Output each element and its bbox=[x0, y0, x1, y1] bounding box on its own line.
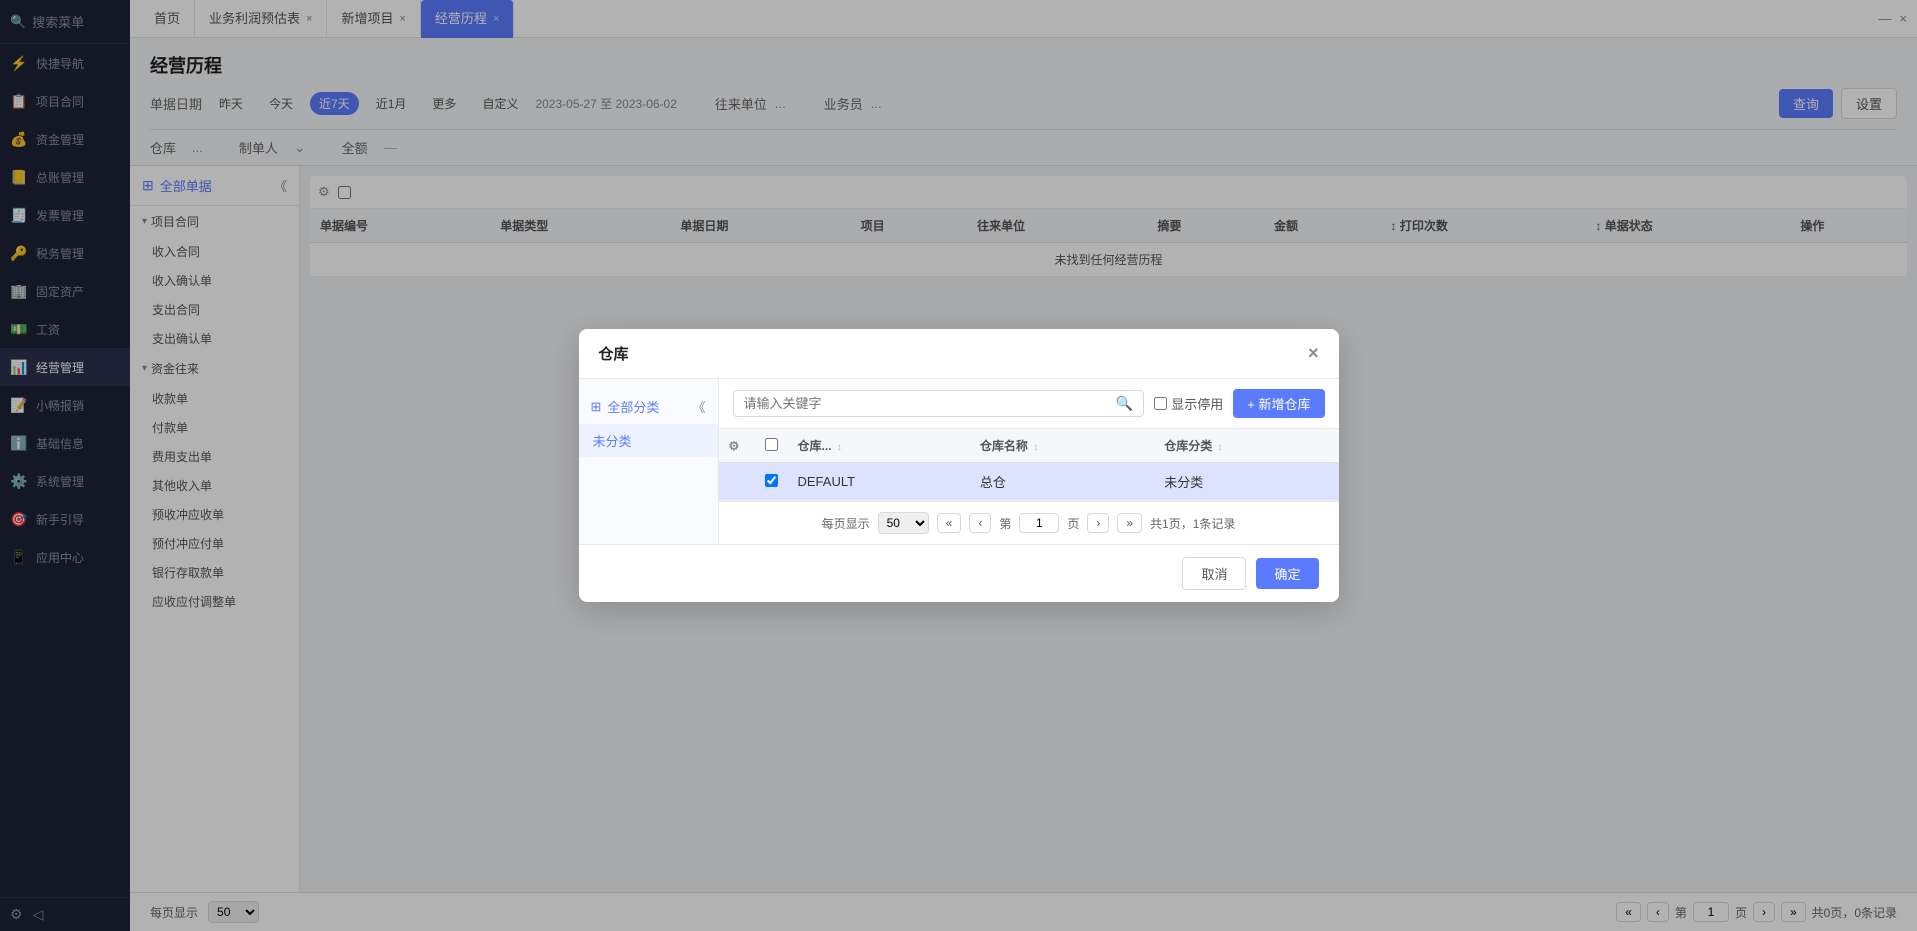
modal-body: ⊞ 全部分类 《 未分类 🔍 显示停用 bbox=[579, 379, 1339, 544]
show-disabled-checkbox[interactable] bbox=[1154, 397, 1167, 410]
modal-col-category: 仓库分类 ↕ bbox=[1154, 429, 1338, 463]
modal-page-label: 第 bbox=[999, 515, 1011, 532]
modal-next-page-btn[interactable]: › bbox=[1087, 513, 1109, 533]
modal-left-item-uncategorized[interactable]: 未分类 bbox=[579, 424, 718, 457]
modal-title: 仓库 bbox=[599, 343, 629, 364]
modal-last-page-btn[interactable]: » bbox=[1117, 513, 1142, 533]
modal-first-page-btn[interactable]: « bbox=[937, 513, 962, 533]
modal-search-input[interactable] bbox=[744, 396, 1110, 411]
modal-all-category: 全部分类 bbox=[607, 397, 659, 416]
modal-page-input[interactable] bbox=[1019, 513, 1059, 533]
show-disabled-label[interactable]: 显示停用 bbox=[1154, 394, 1223, 413]
modal-col-code: 仓库... ↕ bbox=[788, 429, 970, 463]
modal-header: 仓库 × bbox=[579, 329, 1339, 379]
modal-col-code-sort[interactable]: ↕ bbox=[837, 442, 842, 453]
grid2-icon: ⊞ bbox=[591, 399, 602, 415]
table-row[interactable]: DEFAULT 总仓 未分类 bbox=[719, 463, 1339, 501]
modal-select-all[interactable] bbox=[765, 438, 778, 451]
modal-per-page-select[interactable]: 50 100 bbox=[878, 512, 929, 534]
modal-col-category-label: 仓库分类 bbox=[1164, 439, 1212, 453]
modal-toolbar: 🔍 显示停用 + 新增仓库 bbox=[719, 379, 1339, 429]
modal-per-page-label: 每页显示 bbox=[822, 515, 870, 532]
modal-col-name: 仓库名称 ↕ bbox=[970, 429, 1154, 463]
modal-col-code-label: 仓库... bbox=[798, 439, 832, 453]
modal-col-settings: ⚙ bbox=[719, 429, 755, 463]
warehouse-modal: 仓库 × ⊞ 全部分类 《 未分类 🔍 bbox=[579, 329, 1339, 602]
modal-search-box[interactable]: 🔍 bbox=[733, 390, 1145, 417]
modal-row-check-1[interactable] bbox=[765, 474, 778, 487]
modal-col-checkbox bbox=[755, 429, 788, 463]
modal-row-checkbox bbox=[755, 463, 788, 501]
modal-close-btn[interactable]: × bbox=[1308, 343, 1319, 364]
show-disabled-text: 显示停用 bbox=[1171, 394, 1223, 413]
modal-overlay: 仓库 × ⊞ 全部分类 《 未分类 🔍 bbox=[0, 0, 1917, 931]
modal-confirm-btn[interactable]: 确定 bbox=[1256, 558, 1318, 589]
modal-row-name: 总仓 bbox=[970, 463, 1154, 501]
modal-left-collapse-icon[interactable]: 《 bbox=[692, 397, 705, 416]
modal-page-suffix: 页 bbox=[1067, 515, 1079, 532]
modal-prev-page-btn[interactable]: ‹ bbox=[969, 513, 991, 533]
modal-footer: 取消 确定 bbox=[579, 544, 1339, 602]
modal-left-header[interactable]: ⊞ 全部分类 《 bbox=[579, 389, 718, 424]
modal-col-name-sort[interactable]: ↕ bbox=[1033, 442, 1038, 453]
modal-gear-icon[interactable]: ⚙ bbox=[729, 439, 740, 453]
modal-right-panel: 🔍 显示停用 + 新增仓库 ⚙ bbox=[719, 379, 1339, 544]
modal-pagination: 每页显示 50 100 « ‹ 第 页 › » 共1页，1条记录 bbox=[719, 501, 1339, 544]
modal-table: ⚙ 仓库... ↕ 仓库名称 bbox=[719, 429, 1339, 501]
modal-col-category-sort[interactable]: ↕ bbox=[1218, 442, 1223, 453]
modal-search-icon: 🔍 bbox=[1116, 395, 1133, 412]
modal-cancel-btn[interactable]: 取消 bbox=[1182, 557, 1246, 590]
modal-left-panel: ⊞ 全部分类 《 未分类 bbox=[579, 379, 719, 544]
modal-row-category: 未分类 bbox=[1154, 463, 1338, 501]
modal-row-settings bbox=[719, 463, 755, 501]
add-warehouse-btn[interactable]: + 新增仓库 bbox=[1233, 389, 1324, 418]
modal-col-name-label: 仓库名称 bbox=[980, 439, 1028, 453]
modal-row-code: DEFAULT bbox=[788, 463, 970, 501]
modal-total-records: 共1页，1条记录 bbox=[1150, 515, 1235, 532]
modal-table-area: ⚙ 仓库... ↕ 仓库名称 bbox=[719, 429, 1339, 501]
